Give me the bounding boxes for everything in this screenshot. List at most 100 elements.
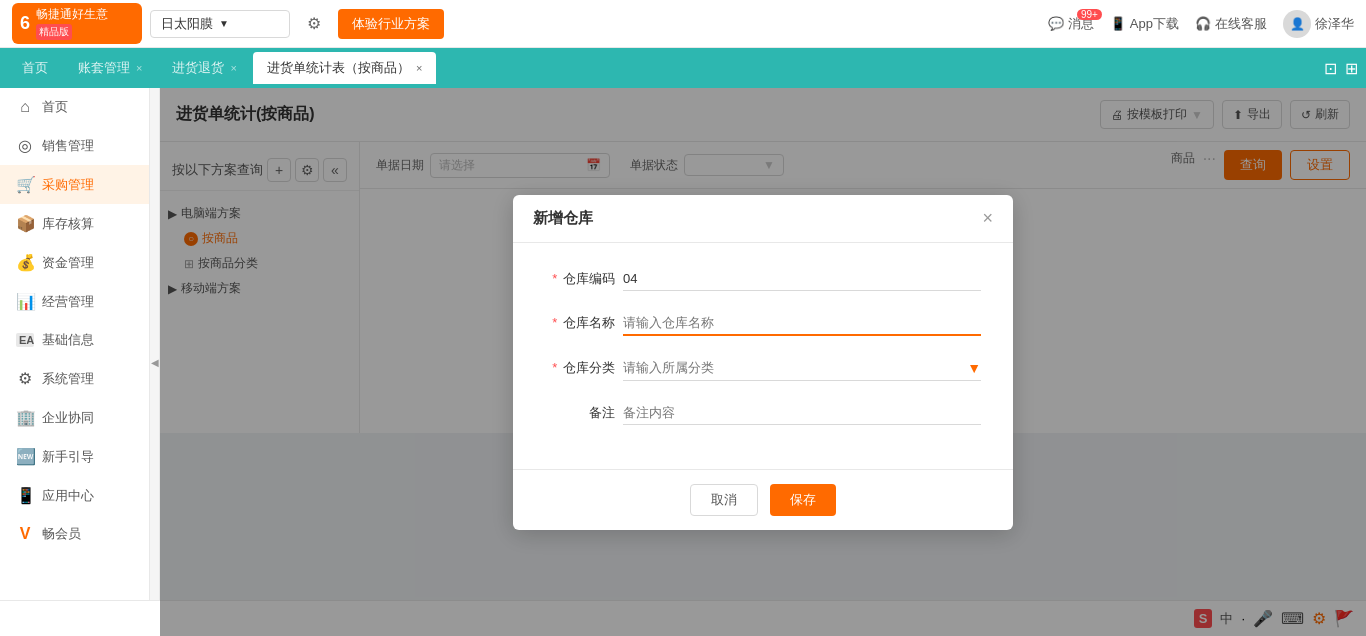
sidebar-item-membership[interactable]: V 畅会员	[0, 515, 149, 553]
tab-purchase-return-label: 进货退货	[172, 59, 224, 77]
sidebar-operations-label: 经营管理	[42, 293, 94, 311]
home-icon: ⌂	[16, 98, 34, 116]
headset-icon: 🎧	[1195, 16, 1211, 31]
sidebar-item-app-center[interactable]: 📱 应用中心	[0, 476, 149, 515]
tab-expand-icon[interactable]: ⊞	[1345, 59, 1358, 78]
system-icon: ⚙	[16, 369, 34, 388]
operations-icon: 📊	[16, 292, 34, 311]
note-input[interactable]	[623, 401, 981, 425]
tab-home[interactable]: 首页	[8, 52, 62, 84]
tab-accounts[interactable]: 账套管理 ×	[64, 52, 156, 84]
sidebar-basic-info-label: 基础信息	[42, 331, 94, 349]
sidebar-item-home[interactable]: ⌂ 首页	[0, 88, 149, 126]
left-area: ⌂ 首页 ◎ 销售管理 🛒 采购管理 📦 库存核算 💰 资金管理 📊 经营管	[0, 88, 160, 636]
sidebar-item-sales[interactable]: ◎ 销售管理	[0, 126, 149, 165]
user-item[interactable]: 👤 徐泽华	[1283, 10, 1354, 38]
warehouse-name-row: * 仓库名称	[545, 311, 981, 336]
tab-purchase-stats-label: 进货单统计表（按商品）	[267, 59, 410, 77]
message-icon: 💬	[1048, 16, 1064, 31]
tab-actions: ⊡ ⊞	[1324, 59, 1358, 78]
warehouse-code-label: * 仓库编码	[545, 270, 615, 288]
modal-header: 新增仓库 ×	[513, 195, 1013, 243]
sidebar-item-operations[interactable]: 📊 经营管理	[0, 282, 149, 321]
enterprise-icon: 🏢	[16, 408, 34, 427]
logo-badge: 精品版	[36, 24, 72, 40]
tab-purchase-stats[interactable]: 进货单统计表（按商品） ×	[253, 52, 436, 84]
store-name: 日太阳膜	[161, 15, 213, 33]
notification-item[interactable]: 💬 消息 99+	[1048, 15, 1094, 33]
tab-home-label: 首页	[22, 59, 48, 77]
logo-text-area: 畅捷通好生意 精品版	[36, 7, 108, 40]
required-star-category: *	[552, 360, 557, 375]
sidebar-inventory-label: 库存核算	[42, 215, 94, 233]
sales-icon: ◎	[16, 136, 34, 155]
warehouse-name-label: * 仓库名称	[545, 314, 615, 332]
warehouse-category-select[interactable]: ▼	[623, 356, 981, 381]
finance-icon: 💰	[16, 253, 34, 272]
warehouse-name-input[interactable]	[623, 311, 981, 336]
tab-restore-icon[interactable]: ⊡	[1324, 59, 1337, 78]
warehouse-category-label: * 仓库分类	[545, 359, 615, 377]
modal-body: * 仓库编码 * 仓库名称	[513, 243, 1013, 469]
sidebar-item-finance[interactable]: 💰 资金管理	[0, 243, 149, 282]
sidebar-toggle[interactable]: ◀	[150, 88, 160, 636]
warehouse-code-row: * 仓库编码	[545, 267, 981, 291]
sidebar-purchase-label: 采购管理	[42, 176, 94, 194]
sidebar: ⌂ 首页 ◎ 销售管理 🛒 采购管理 📦 库存核算 💰 资金管理 📊 经营管	[0, 88, 150, 636]
sidebar-enterprise-label: 企业协同	[42, 409, 94, 427]
top-bar: 6 畅捷通好生意 精品版 日太阳膜 ▼ ⚙ 体验行业方案 💬 消息 99+ 📱 …	[0, 0, 1366, 48]
top-right-area: 💬 消息 99+ 📱 App下载 🎧 在线客服 👤 徐泽华	[1048, 10, 1354, 38]
app-download-label: App下载	[1130, 15, 1179, 33]
sidebar-app-center-label: 应用中心	[42, 487, 94, 505]
tab-bar: 首页 账套管理 × 进货退货 × 进货单统计表（按商品） × ⊡ ⊞	[0, 48, 1366, 88]
note-row: 备注	[545, 401, 981, 425]
tab-purchase-stats-close-icon[interactable]: ×	[416, 62, 422, 74]
warehouse-code-label-text: 仓库编码	[563, 271, 615, 286]
warehouse-category-row: * 仓库分类 ▼	[545, 356, 981, 381]
sidebar-item-guide[interactable]: 🆕 新手引导	[0, 437, 149, 476]
sidebar-item-inventory[interactable]: 📦 库存核算	[0, 204, 149, 243]
save-button[interactable]: 保存	[770, 484, 836, 516]
tab-accounts-close-icon[interactable]: ×	[136, 62, 142, 74]
app-center-icon: 📱	[16, 486, 34, 505]
add-warehouse-modal: 新增仓库 × * 仓库编码 *	[513, 195, 1013, 530]
sidebar-item-basic-info[interactable]: EA 基础信息	[0, 321, 149, 359]
sidebar-membership-label: 畅会员	[42, 525, 81, 543]
username-label: 徐泽华	[1315, 15, 1354, 33]
settings-icon[interactable]: ⚙	[298, 8, 330, 40]
sidebar-item-enterprise[interactable]: 🏢 企业协同	[0, 398, 149, 437]
modal-overlay: 新增仓库 × * 仓库编码 *	[160, 88, 1366, 636]
sidebar-item-system[interactable]: ⚙ 系统管理	[0, 359, 149, 398]
modal-footer: 取消 保存	[513, 469, 1013, 530]
modal-title: 新增仓库	[533, 209, 593, 228]
cancel-button[interactable]: 取消	[690, 484, 758, 516]
warehouse-category-input[interactable]	[623, 360, 967, 375]
notification-badge: 99+	[1077, 9, 1102, 20]
sidebar-system-label: 系统管理	[42, 370, 94, 388]
tab-accounts-label: 账套管理	[78, 59, 130, 77]
online-service-label: 在线客服	[1215, 15, 1267, 33]
logo-area[interactable]: 6 畅捷通好生意 精品版	[12, 3, 142, 44]
category-dropdown-icon[interactable]: ▼	[967, 360, 981, 376]
guide-icon: 🆕	[16, 447, 34, 466]
logo-icon: 6	[20, 13, 30, 34]
required-star-name: *	[552, 315, 557, 330]
app-download-item[interactable]: 📱 App下载	[1110, 15, 1179, 33]
purchase-icon: 🛒	[16, 175, 34, 194]
online-service-item[interactable]: 🎧 在线客服	[1195, 15, 1267, 33]
modal-close-icon[interactable]: ×	[982, 209, 993, 227]
required-star-code: *	[552, 271, 557, 286]
trial-button[interactable]: 体验行业方案	[338, 9, 444, 39]
store-chevron-icon: ▼	[219, 18, 229, 29]
membership-icon: V	[16, 525, 34, 543]
tab-purchase-return[interactable]: 进货退货 ×	[158, 52, 250, 84]
warehouse-code-input[interactable]	[623, 267, 981, 291]
avatar: 👤	[1283, 10, 1311, 38]
store-selector[interactable]: 日太阳膜 ▼	[150, 10, 290, 38]
content-area: 进货单统计(按商品) 🖨 按模板打印 ▼ ⬆ 导出 ↺ 刷新	[160, 88, 1366, 636]
tab-purchase-return-close-icon[interactable]: ×	[230, 62, 236, 74]
sidebar-item-purchase[interactable]: 🛒 采购管理	[0, 165, 149, 204]
inventory-icon: 📦	[16, 214, 34, 233]
warehouse-category-label-text: 仓库分类	[563, 360, 615, 375]
sidebar-finance-label: 资金管理	[42, 254, 94, 272]
